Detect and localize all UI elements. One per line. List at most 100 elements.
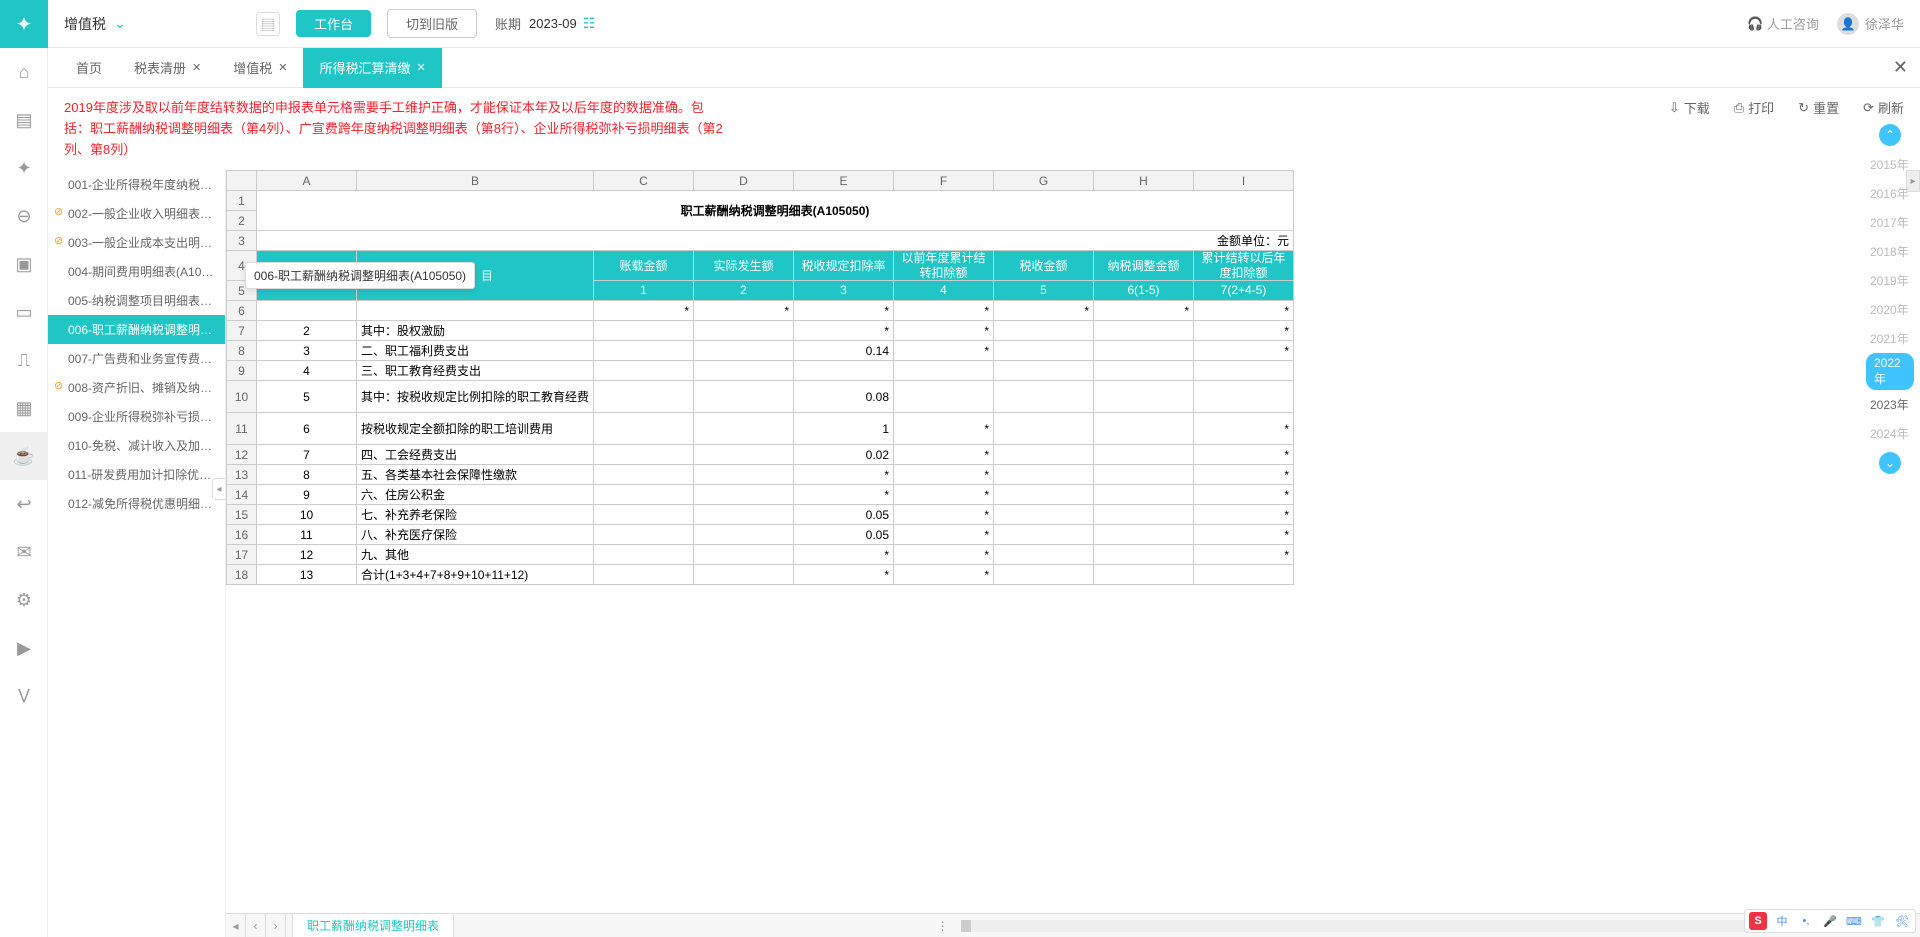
rail-book-icon[interactable]: ▭ (0, 288, 48, 336)
sheet-nav-next[interactable]: › (266, 914, 286, 937)
column-header[interactable]: C (594, 171, 694, 191)
data-cell[interactable] (694, 485, 794, 505)
data-cell[interactable] (594, 565, 694, 585)
data-cell[interactable] (594, 341, 694, 361)
row-number[interactable]: 8 (227, 341, 257, 361)
data-cell[interactable]: * (894, 545, 994, 565)
data-cell[interactable]: * (894, 341, 994, 361)
data-cell[interactable] (694, 525, 794, 545)
year-item[interactable]: 2019年 (1866, 266, 1914, 295)
data-cell[interactable] (994, 321, 1094, 341)
data-cell[interactable]: * (794, 545, 894, 565)
data-cell[interactable] (594, 465, 694, 485)
data-cell[interactable]: * (1194, 301, 1294, 321)
column-header[interactable]: A (257, 171, 357, 191)
calendar-icon[interactable]: ☷ (583, 15, 596, 32)
data-cell[interactable] (1094, 505, 1194, 525)
data-cell[interactable] (894, 381, 994, 413)
rail-gear-icon[interactable]: ⚙ (0, 576, 48, 624)
data-cell[interactable] (694, 341, 794, 361)
row-number[interactable]: 1 (227, 191, 257, 211)
data-cell[interactable] (594, 505, 694, 525)
data-cell[interactable]: * (1194, 341, 1294, 361)
ime-lang-icon[interactable]: 中 (1773, 912, 1791, 930)
data-cell[interactable] (1094, 465, 1194, 485)
data-cell[interactable] (794, 361, 894, 381)
tab-0[interactable]: 首页 (60, 48, 118, 88)
support-link[interactable]: 🎧 人工咨询 (1747, 14, 1819, 33)
data-cell[interactable] (994, 361, 1094, 381)
company-selector[interactable]: 增值税 ⌄ (64, 14, 244, 34)
data-cell[interactable] (594, 525, 694, 545)
tab-2[interactable]: 增值税✕ (217, 48, 303, 88)
data-cell[interactable] (1094, 545, 1194, 565)
rail-v-icon[interactable]: V (0, 672, 48, 720)
data-cell[interactable] (894, 361, 994, 381)
close-icon[interactable]: ✕ (192, 61, 201, 74)
rail-forms-icon[interactable]: ▤ (0, 96, 48, 144)
rail-clipboard-icon[interactable]: ▣ (0, 240, 48, 288)
ime-keyboard-icon[interactable]: ⌨ (1845, 912, 1863, 930)
data-cell[interactable]: * (1194, 445, 1294, 465)
year-item[interactable]: 2017年 (1866, 208, 1914, 237)
data-cell[interactable] (694, 413, 794, 445)
print-button[interactable]: ⎙打印 (1734, 98, 1774, 117)
year-item[interactable]: 2022年 (1866, 353, 1914, 390)
data-cell[interactable]: * (794, 321, 894, 341)
rail-cup-icon[interactable]: ☕ (0, 432, 48, 480)
close-bar-icon[interactable]: ✕ (1893, 57, 1908, 78)
form-list-item[interactable]: ⊘008-资产折旧、摊销及纳税... (48, 373, 225, 402)
user-menu[interactable]: 👤 徐泽华 (1837, 13, 1904, 35)
data-cell[interactable]: * (894, 413, 994, 445)
sheet-nav-prev[interactable]: ‹ (246, 914, 266, 937)
data-cell[interactable] (1094, 525, 1194, 545)
data-cell[interactable] (594, 361, 694, 381)
data-cell[interactable] (694, 361, 794, 381)
data-cell[interactable]: * (794, 465, 894, 485)
rail-shirt-icon[interactable]: ⎍ (0, 336, 48, 384)
sheet-nav-first[interactable]: ◂ (226, 914, 246, 937)
data-cell[interactable] (1094, 321, 1194, 341)
data-cell[interactable] (994, 485, 1094, 505)
column-header[interactable]: F (894, 171, 994, 191)
rail-money-icon[interactable]: ⊖ (0, 192, 48, 240)
row-number[interactable]: 15 (227, 505, 257, 525)
refresh-button[interactable]: ⟳刷新 (1863, 98, 1904, 117)
data-cell[interactable] (994, 445, 1094, 465)
form-list-item[interactable]: 009-企业所得税弥补亏损明... (48, 402, 225, 431)
collapse-sidebar-button[interactable]: ◂ (212, 478, 226, 500)
data-cell[interactable]: * (1094, 301, 1194, 321)
form-list-item[interactable]: 012-减免所得税优惠明细表(... (48, 489, 225, 518)
data-cell[interactable]: 0.05 (794, 525, 894, 545)
data-cell[interactable] (994, 545, 1094, 565)
year-item[interactable]: 2023年 (1866, 390, 1914, 419)
column-header[interactable]: H (1094, 171, 1194, 191)
data-cell[interactable]: * (894, 465, 994, 485)
data-cell[interactable]: * (894, 525, 994, 545)
data-cell[interactable]: * (794, 565, 894, 585)
period-value[interactable]: 2023-09 (529, 16, 577, 31)
data-cell[interactable] (694, 465, 794, 485)
row-number[interactable]: 11 (227, 413, 257, 445)
form-list-item[interactable]: 004-期间费用明细表(A1040... (48, 257, 225, 286)
data-cell[interactable] (1094, 485, 1194, 505)
form-list-item[interactable]: 005-纳税调整项目明细表(A1... (48, 286, 225, 315)
data-cell[interactable]: * (1194, 505, 1294, 525)
tab-3[interactable]: 所得税汇算清缴✕ (303, 48, 441, 88)
rail-play-icon[interactable]: ▶ (0, 624, 48, 672)
data-cell[interactable]: * (1194, 485, 1294, 505)
data-cell[interactable] (1194, 565, 1294, 585)
row-number[interactable]: 2 (227, 211, 257, 231)
sheet-tab[interactable]: 职工薪酬纳税调整明细表 (292, 914, 454, 937)
data-cell[interactable] (694, 445, 794, 465)
data-cell[interactable] (1094, 413, 1194, 445)
data-cell[interactable]: 0.02 (794, 445, 894, 465)
rail-mail-icon[interactable]: ✉ (0, 528, 48, 576)
data-cell[interactable] (694, 545, 794, 565)
form-list-item[interactable]: ⊘002-一般企业收入明细表(A... (48, 199, 225, 228)
year-item[interactable]: 2021年 (1866, 324, 1914, 353)
row-number[interactable]: 18 (227, 565, 257, 585)
data-cell[interactable] (1094, 381, 1194, 413)
row-number[interactable]: 3 (227, 231, 257, 251)
data-cell[interactable] (994, 505, 1094, 525)
